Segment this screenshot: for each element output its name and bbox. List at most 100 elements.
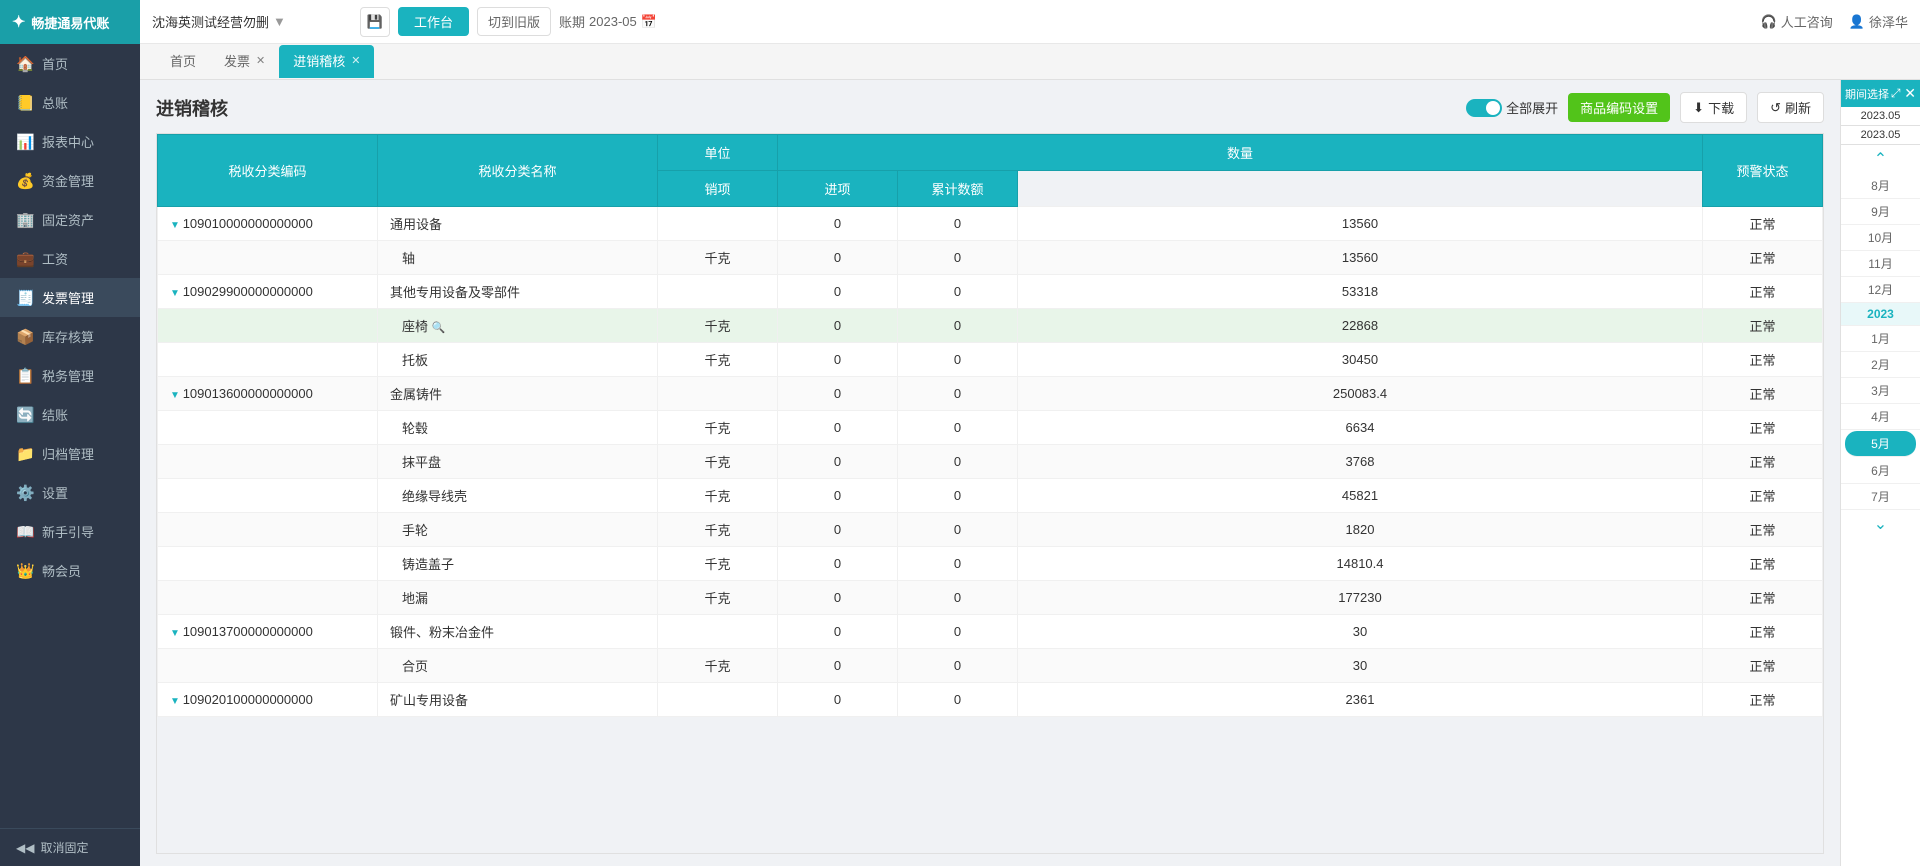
expand-icon-12[interactable]: ▼ (170, 628, 183, 639)
expand-toggle[interactable]: 全部展开 (1466, 98, 1558, 117)
cell-name-12: 锻件、粉末冶金件 (378, 615, 658, 649)
period-month-6[interactable]: 1月 (1841, 326, 1920, 352)
cell-warning-14: 正常 (1703, 683, 1823, 717)
cell-purchase-12: 0 (898, 615, 1018, 649)
sidebar-item-7[interactable]: 📦库存核算 (0, 317, 140, 356)
cell-unit-14 (658, 683, 778, 717)
expand-icon-0[interactable]: ▼ (170, 220, 183, 231)
sidebar-item-3[interactable]: 💰资金管理 (0, 161, 140, 200)
sidebar-item-1[interactable]: 📒 总账 (0, 83, 140, 122)
sidebar-label-11: 设置 (42, 483, 68, 502)
sidebar-item-5[interactable]: 💼工资 (0, 239, 140, 278)
period-month-1[interactable]: 9月 (1841, 199, 1920, 225)
cell-sales-11: 0 (778, 581, 898, 615)
cell-unit-12 (658, 615, 778, 649)
sidebar-logo: ✦ 畅捷通易代账 (0, 0, 140, 44)
cell-sales-6: 0 (778, 411, 898, 445)
period-month-8[interactable]: 3月 (1841, 378, 1920, 404)
sidebar-item-9[interactable]: 🔄结账 (0, 395, 140, 434)
sidebar-label-5: 工资 (42, 249, 68, 268)
tab-label-1: 发票 (224, 51, 250, 70)
cell-sales-1: 0 (778, 241, 898, 275)
expand-icon-5[interactable]: ▼ (170, 390, 183, 401)
sidebar-icon-7: 📦 (16, 328, 34, 346)
sidebar-footer-label: 取消固定 (40, 839, 88, 856)
cell-sales-13: 0 (778, 649, 898, 683)
period-scroll-down[interactable]: ⌄ (1841, 510, 1920, 538)
cell-sales-10: 0 (778, 547, 898, 581)
cell-unit-0 (658, 207, 778, 241)
expand-toggle-switch[interactable] (1466, 99, 1502, 117)
refresh-button[interactable]: ↺ 刷新 (1757, 92, 1824, 123)
sidebar-item-6[interactable]: 🧾发票管理 (0, 278, 140, 317)
cell-code-4 (158, 343, 378, 377)
sidebar-icon-1: 📒 (16, 94, 34, 112)
cell-sales-3: 0 (778, 309, 898, 343)
sidebar-item-0[interactable]: 🏠首页 (0, 44, 140, 83)
period-month-9[interactable]: 4月 (1841, 404, 1920, 430)
user-menu[interactable]: 👤 徐泽华 (1849, 12, 1908, 31)
cell-cumulative-12: 30 (1018, 615, 1703, 649)
cell-unit-7: 千克 (658, 445, 778, 479)
expand-icon-14[interactable]: ▼ (170, 696, 183, 707)
cell-purchase-2: 0 (898, 275, 1018, 309)
period-month-0[interactable]: 8月 (1841, 173, 1920, 199)
sidebar-item-13[interactable]: 👑畅会员 (0, 551, 140, 590)
download-button[interactable]: ⬇ 下载 (1680, 92, 1747, 123)
save-button[interactable]: 💾 (360, 7, 390, 37)
sidebar-item-12[interactable]: 📖新手引导 (0, 512, 140, 551)
sidebar-icon-4: 🏢 (16, 211, 34, 229)
tab-0[interactable]: 首页 (156, 45, 210, 78)
support-label: 人工咨询 (1781, 12, 1833, 31)
period-month-3[interactable]: 11月 (1841, 251, 1920, 277)
cell-name-8: 绝缘导线壳 (378, 479, 658, 513)
period-month-11[interactable]: 6月 (1841, 458, 1920, 484)
cell-cumulative-7: 3768 (1018, 445, 1703, 479)
sidebar-item-2[interactable]: 📊报表中心 (0, 122, 140, 161)
period-month-2[interactable]: 10月 (1841, 225, 1920, 251)
sidebar-label-2: 报表中心 (42, 132, 94, 151)
cell-warning-12: 正常 (1703, 615, 1823, 649)
tab-close-1[interactable]: ✕ (256, 54, 265, 67)
period-month-12[interactable]: 7月 (1841, 484, 1920, 510)
sidebar-footer-cancel-pin[interactable]: ◀◀ 取消固定 (0, 828, 140, 866)
period-scroll-up[interactable]: ⌃ (1841, 145, 1920, 173)
sidebar-item-11[interactable]: ⚙️设置 (0, 473, 140, 512)
cell-cumulative-10: 14810.4 (1018, 547, 1703, 581)
cell-cumulative-6: 6634 (1018, 411, 1703, 445)
sidebar-item-10[interactable]: 📁归档管理 (0, 434, 140, 473)
sidebar-item-8[interactable]: 📋税务管理 (0, 356, 140, 395)
cell-sales-8: 0 (778, 479, 898, 513)
sidebar-item-4[interactable]: 🏢固定资产 (0, 200, 140, 239)
period-month-7[interactable]: 2月 (1841, 352, 1920, 378)
search-icon-3[interactable]: 🔍 (432, 322, 446, 334)
sidebar-icon-13: 👑 (16, 562, 34, 580)
period-month-4[interactable]: 12月 (1841, 277, 1920, 303)
cell-sales-7: 0 (778, 445, 898, 479)
cell-unit-5 (658, 377, 778, 411)
company-selector[interactable]: 沈海英测试经营勿删 ▼ (152, 12, 352, 31)
sidebar-label-1: 总账 (42, 93, 68, 112)
cell-unit-13: 千克 (658, 649, 778, 683)
close-panel-button[interactable]: ✕ (1904, 85, 1916, 102)
cell-purchase-11: 0 (898, 581, 1018, 615)
save-icon: 💾 (367, 14, 383, 30)
tab-close-2[interactable]: ✕ (351, 54, 360, 67)
sidebar-label-9: 结账 (42, 405, 68, 424)
switch-version-button[interactable]: 切到旧版 (477, 7, 551, 36)
tab-2[interactable]: 进销稽核✕ (279, 45, 374, 78)
period-month-10[interactable]: 5月 (1845, 431, 1916, 457)
support-link[interactable]: 🎧 人工咨询 (1761, 12, 1833, 31)
product-code-settings-button[interactable]: 商品编码设置 (1568, 93, 1670, 122)
sidebar-label-8: 税务管理 (42, 366, 94, 385)
username-label: 徐泽华 (1869, 12, 1908, 31)
workbench-button[interactable]: 工作台 (398, 7, 469, 36)
tab-1[interactable]: 发票 ✕ (210, 45, 279, 78)
cell-code-6 (158, 411, 378, 445)
cell-purchase-0: 0 (898, 207, 1018, 241)
cell-cumulative-0: 13560 (1018, 207, 1703, 241)
sidebar-label-0: 首页 (42, 54, 68, 73)
expand-panel-icon[interactable]: ⤢ (1891, 86, 1901, 101)
expand-icon-2[interactable]: ▼ (170, 288, 183, 299)
period-month-5[interactable]: 2023 (1841, 303, 1920, 326)
